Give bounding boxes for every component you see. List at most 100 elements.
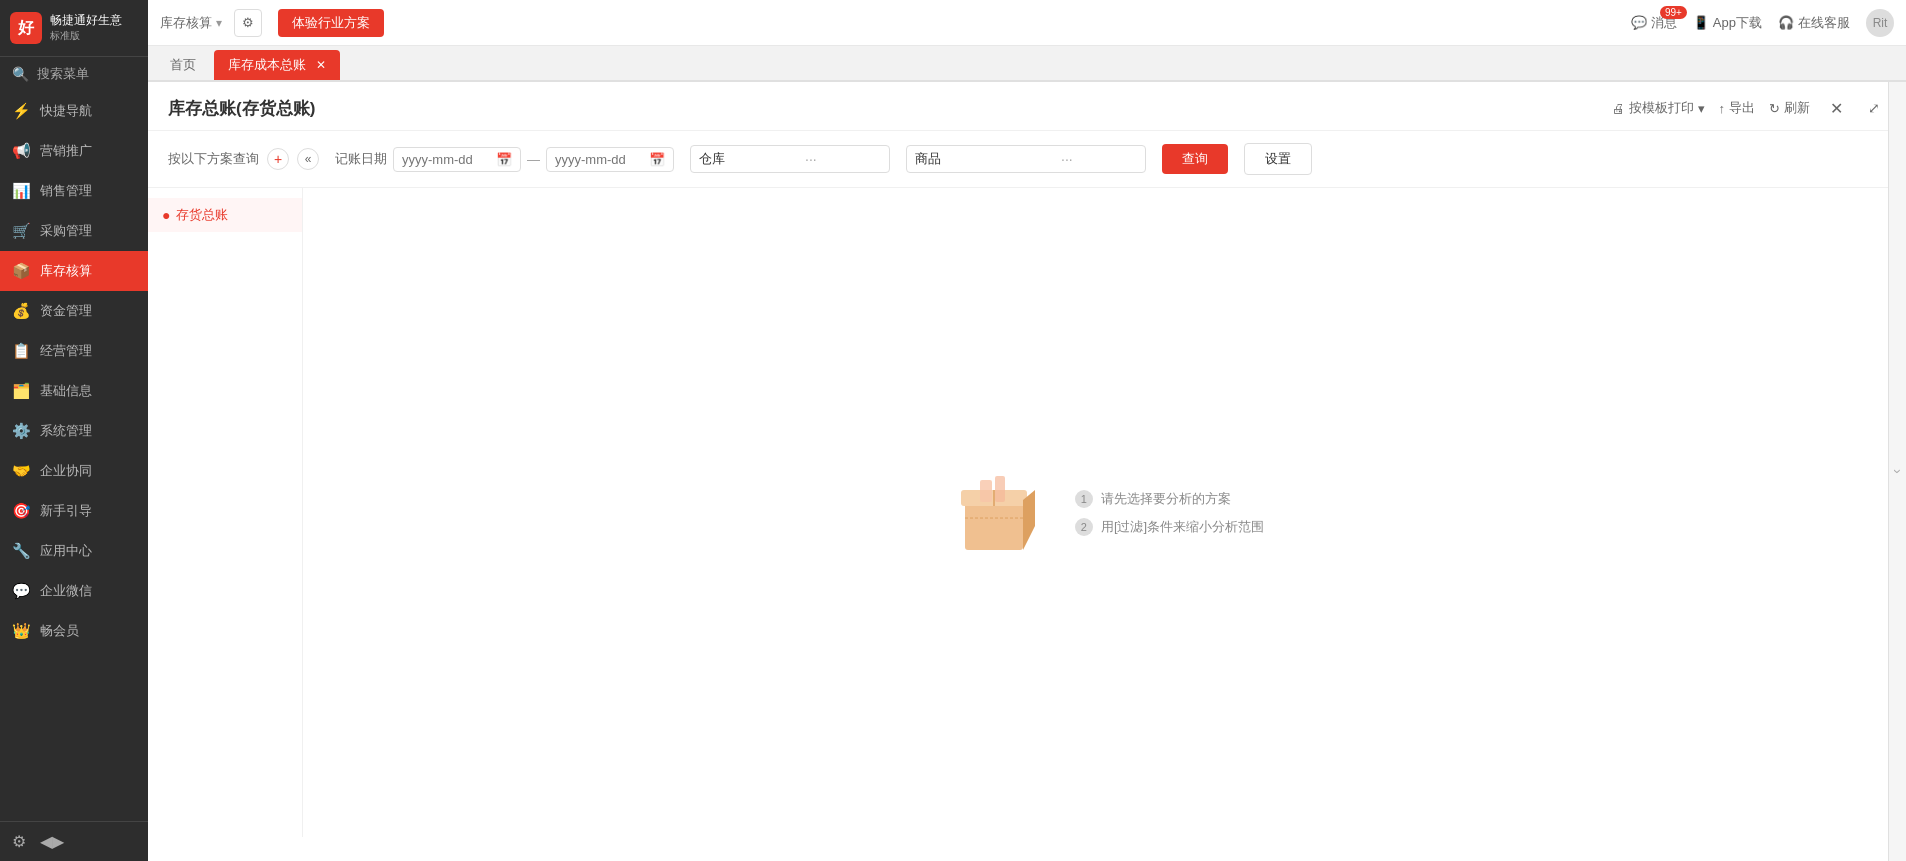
right-side-panel[interactable]: ›: [1888, 82, 1906, 861]
top-bar-left: 库存核算 ▾ ⚙ 体验行业方案: [160, 9, 1631, 37]
app-download-button[interactable]: 📱 App下载: [1693, 14, 1762, 32]
filter-add-button[interactable]: +: [267, 148, 289, 170]
topbar-settings-button[interactable]: ⚙: [234, 9, 262, 37]
left-panel: ● 存货总账: [148, 188, 303, 837]
finance-icon: 💰: [12, 302, 30, 320]
sidebar-footer: ⚙ ◀▶: [0, 821, 148, 861]
operations-icon: 📋: [12, 342, 30, 360]
svg-rect-5: [980, 480, 992, 502]
date-to-input[interactable]: 📅: [546, 147, 674, 172]
query-button[interactable]: 查询: [1162, 144, 1228, 174]
phone-icon: 📱: [1693, 15, 1709, 30]
sidebar-search[interactable]: 🔍 搜索菜单: [0, 57, 148, 91]
filter-bar: 按以下方案查询 + « 记账日期 📅 — 📅 仓库 ···: [148, 131, 1906, 188]
warehouse-more-icon: ···: [805, 151, 817, 167]
messages-badge: 99+: [1660, 6, 1687, 19]
sidebar-item-label: 经营管理: [40, 342, 136, 360]
purchase-icon: 🛒: [12, 222, 30, 240]
sidebar-item-label: 系统管理: [40, 422, 136, 440]
export-button[interactable]: ↑ 导出: [1719, 99, 1756, 117]
top-bar-right: 💬 消息 99+ 📱 App下载 🎧 在线客服 Rit: [1631, 9, 1894, 37]
sidebar-item-purchase[interactable]: 🛒 采购管理: [0, 211, 148, 251]
tab-home[interactable]: 首页: [156, 50, 210, 80]
calendar-from-icon: 📅: [496, 152, 512, 167]
tab-bar: 首页 库存成本总账 ✕: [148, 46, 1906, 82]
sidebar-item-basic[interactable]: 🗂️ 基础信息: [0, 371, 148, 411]
sidebar-item-system[interactable]: ⚙️ 系统管理: [0, 411, 148, 451]
sidebar-item-wechat[interactable]: 💬 企业微信: [0, 571, 148, 611]
tip-text-2: 用[过滤]条件来缩小分析范围: [1101, 518, 1264, 536]
messages-button[interactable]: 💬 消息 99+: [1631, 14, 1677, 32]
print-button[interactable]: 🖨 按模板打印 ▾: [1612, 99, 1705, 117]
filter-scheme-section: 按以下方案查询 + «: [168, 148, 319, 170]
enterprise-icon: 🤝: [12, 462, 30, 480]
filter-collapse-button[interactable]: «: [297, 148, 319, 170]
close-panel-button[interactable]: ✕: [1824, 96, 1848, 120]
goods-select[interactable]: 商品 ···: [906, 145, 1146, 173]
sidebar-item-label: 新手引导: [40, 502, 136, 520]
refresh-icon: ↻: [1769, 101, 1780, 116]
wechat-icon: 💬: [12, 582, 30, 600]
app-logo-icon: 好: [10, 12, 42, 44]
empty-tip-2: 2 用[过滤]条件来缩小分析范围: [1075, 518, 1264, 536]
empty-tips: 1 请先选择要分析的方案 2 用[过滤]条件来缩小分析范围: [1075, 490, 1264, 536]
empty-illustration: [945, 468, 1045, 558]
industry-btn[interactable]: 体验行业方案: [278, 9, 384, 37]
date-to-field[interactable]: [555, 152, 643, 167]
gear-icon: ⚙: [242, 15, 254, 30]
sidebar-item-label: 采购管理: [40, 222, 136, 240]
tab-home-label: 首页: [170, 57, 196, 72]
sidebar-item-marketing[interactable]: 📢 营销推广: [0, 131, 148, 171]
guide-icon: 🎯: [12, 502, 30, 520]
member-icon: 👑: [12, 622, 30, 640]
online-service-button[interactable]: 🎧 在线客服: [1778, 14, 1850, 32]
sidebar-item-label: 资金管理: [40, 302, 136, 320]
settings-icon[interactable]: ⚙: [12, 832, 26, 851]
app-download-label: App下载: [1713, 14, 1762, 32]
panel-arrow-icon: ›: [1890, 469, 1906, 474]
tab-close-icon[interactable]: ✕: [316, 58, 326, 72]
date-separator: —: [527, 152, 540, 167]
date-from-input[interactable]: 📅: [393, 147, 521, 172]
sidebar-item-sales[interactable]: 📊 销售管理: [0, 171, 148, 211]
user-avatar[interactable]: Rit: [1866, 9, 1894, 37]
goods-more-icon: ···: [1061, 151, 1073, 167]
sidebar-item-member[interactable]: 👑 畅会员: [0, 611, 148, 651]
sidebar-item-appstore[interactable]: 🔧 应用中心: [0, 531, 148, 571]
search-icon: 🔍: [12, 66, 29, 82]
sidebar-item-label: 企业微信: [40, 582, 136, 600]
expand-button[interactable]: ⤢: [1862, 96, 1886, 120]
settings-button[interactable]: 设置: [1244, 143, 1312, 175]
refresh-button[interactable]: ↻ 刷新: [1769, 99, 1810, 117]
calendar-to-icon: 📅: [649, 152, 665, 167]
warehouse-select[interactable]: 仓库 ···: [690, 145, 890, 173]
sidebar-item-finance[interactable]: 💰 资金管理: [0, 291, 148, 331]
content-area: 库存总账(存货总账) 🖨 按模板打印 ▾ ↑ 导出 ↻ 刷新 ✕ ⤢: [148, 82, 1906, 861]
headset-icon: 🎧: [1778, 15, 1794, 30]
main-area: 库存核算 ▾ ⚙ 体验行业方案 💬 消息 99+ 📱 App下载 🎧 在线客服: [148, 0, 1906, 861]
sidebar-item-enterprise[interactable]: 🤝 企业协同: [0, 451, 148, 491]
sidebar-nav: ⚡ 快捷导航 📢 营销推广 📊 销售管理 🛒 采购管理 📦 库存核算 💰 资金管…: [0, 91, 148, 821]
sidebar-item-inventory[interactable]: 📦 库存核算: [0, 251, 148, 291]
sidebar-item-guide[interactable]: 🎯 新手引导: [0, 491, 148, 531]
filter-scheme-label: 按以下方案查询: [168, 150, 259, 168]
marketing-icon: 📢: [12, 142, 30, 160]
sidebar-item-label: 基础信息: [40, 382, 136, 400]
inventory-total-icon: ●: [162, 207, 170, 223]
breadcrumb-text: 库存核算: [160, 14, 212, 32]
date-from-field[interactable]: [402, 152, 490, 167]
sidebar-item-label: 应用中心: [40, 542, 136, 560]
sidebar-item-label: 快捷导航: [40, 102, 136, 120]
breadcrumb: 库存核算 ▾: [160, 14, 226, 32]
empty-tip-1: 1 请先选择要分析的方案: [1075, 490, 1264, 508]
left-panel-item-inventory-total[interactable]: ● 存货总账: [148, 198, 302, 232]
toggle-sidebar-icon[interactable]: ◀▶: [40, 832, 64, 851]
inventory-icon: 📦: [12, 262, 30, 280]
sidebar-item-operations[interactable]: 📋 经营管理: [0, 331, 148, 371]
message-icon: 💬: [1631, 15, 1647, 30]
app-edition: 标准版: [50, 29, 122, 43]
tip-num-2: 2: [1075, 518, 1093, 536]
tab-inventory-ledger[interactable]: 库存成本总账 ✕: [214, 50, 340, 80]
sidebar-item-label: 销售管理: [40, 182, 136, 200]
sidebar-item-shortcut[interactable]: ⚡ 快捷导航: [0, 91, 148, 131]
